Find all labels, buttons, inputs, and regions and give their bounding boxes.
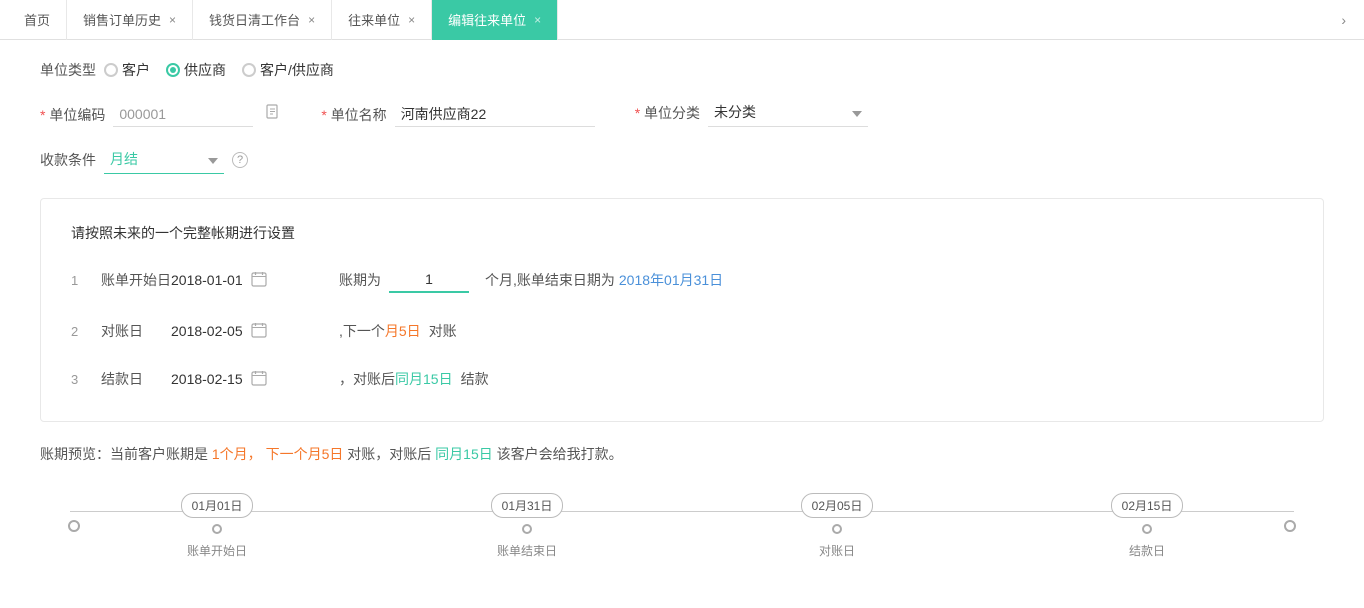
radio-both[interactable]: 客户/供应商	[242, 60, 334, 80]
category-chevron-icon	[852, 104, 862, 120]
code-input[interactable]	[113, 102, 253, 127]
row-2-date: 2018-02-05	[171, 323, 243, 339]
timeline-date-3: 02月05日	[801, 493, 874, 518]
radio-both-circle	[242, 63, 256, 77]
row-2-desc-prefix: ,下一个	[339, 321, 385, 341]
preview-label: 账期预览：当前客户账期是	[40, 446, 208, 462]
payment-dropdown[interactable]: 月结	[104, 145, 224, 174]
preview-part2: 下一个月5日	[266, 446, 344, 462]
row-3-desc-prefix: ，对账后	[339, 369, 395, 389]
timeline-label-2: 账单结束日	[497, 542, 557, 559]
name-group: 单位名称	[321, 102, 594, 127]
code-label: 单位编码	[40, 105, 105, 125]
row-1-calendar-icon[interactable]	[251, 271, 267, 290]
tab-partner[interactable]: 往来单位 ×	[332, 0, 432, 40]
name-label: 单位名称	[321, 105, 386, 125]
radio-supplier-circle	[166, 63, 180, 77]
category-label: 单位分类	[635, 103, 700, 123]
category-value: 未分类	[714, 102, 848, 122]
section-title: 请按照未来的一个完整帐期进行设置	[71, 223, 1293, 243]
row-3-highlight: 同月15日	[395, 369, 453, 389]
tab-partner-close[interactable]: ×	[408, 13, 415, 27]
radio-group: 客户 供应商 客户/供应商	[104, 60, 334, 80]
name-input[interactable]	[395, 102, 595, 127]
unit-type-group: 单位类型 客户 供应商 客户/供应商	[40, 60, 334, 80]
row-1-desc-prefix: 账期为	[339, 270, 381, 290]
row-2-type: 对账日	[101, 321, 171, 341]
unit-type-label: 单位类型	[40, 60, 96, 80]
row-3-date-group: 2018-02-15	[171, 370, 331, 389]
code-group: 单位编码	[40, 102, 281, 127]
timeline-point-1: 01月01日 账单开始日	[62, 493, 372, 559]
preview-text: 账期预览：当前客户账期是 1个月， 下一个月5日 对账，对账后 同月15日 该客…	[40, 442, 1324, 467]
row-1-type: 账单开始日	[101, 270, 171, 290]
timeline-date-4: 02月15日	[1111, 493, 1184, 518]
payment-group: 收款条件 月结 ?	[40, 145, 248, 174]
radio-supplier[interactable]: 供应商	[166, 60, 226, 80]
row-3-type: 结款日	[101, 369, 171, 389]
preview-suffix: 该客户会给我打款。	[497, 446, 623, 462]
timeline-point-4: 02月15日 结款日	[992, 493, 1302, 559]
row-1-end-date: 2018年01月31日	[619, 270, 723, 290]
preview-part3: 同月15日	[435, 446, 493, 462]
period-input[interactable]	[389, 267, 469, 293]
row-3-date: 2018-02-15	[171, 371, 243, 387]
radio-customer-circle	[104, 63, 118, 77]
preview-middle: 对账，对账后	[347, 446, 431, 462]
row-2-desc-suffix: 对账	[429, 321, 457, 341]
timeline-dot-4	[1142, 524, 1152, 534]
timeline-date-2: 01月31日	[491, 493, 564, 518]
category-group: 单位分类 未分类	[635, 98, 868, 127]
timeline-label-4: 结款日	[1129, 542, 1165, 559]
row-1-date: 2018-01-01	[171, 272, 243, 288]
row-2-date-group: 2018-02-05	[171, 322, 331, 341]
payment-label: 收款条件	[40, 150, 96, 170]
tab-edit-partner-close[interactable]: ×	[534, 13, 541, 27]
timeline-label-3: 对账日	[819, 542, 855, 559]
row-3-calendar-icon[interactable]	[251, 370, 267, 389]
period-section: 请按照未来的一个完整帐期进行设置 1 账单开始日 2018-01-01 账期为 …	[40, 198, 1324, 422]
tab-edit-partner[interactable]: 编辑往来单位 ×	[432, 0, 558, 40]
detail-row-1: 1 账单开始日 2018-01-01 账期为 个月,账单结束日期为 2018年0…	[71, 267, 1293, 293]
radio-customer-label: 客户	[122, 60, 150, 80]
main-content: 单位类型 客户 供应商 客户/供应商 单位编码	[0, 40, 1364, 608]
row-1-num: 1	[71, 273, 101, 288]
row-1-desc-suffix: 个月,账单结束日期为	[485, 270, 615, 290]
row-1-date-group: 2018-01-01	[171, 271, 331, 290]
row-2-num: 2	[71, 324, 101, 339]
tab-sales-history[interactable]: 销售订单历史 ×	[67, 0, 193, 40]
timeline-date-1: 01月01日	[181, 493, 254, 518]
row-2-calendar-icon[interactable]	[251, 322, 267, 341]
timeline-point-2: 01月31日 账单结束日	[372, 493, 682, 559]
timeline-point-3: 02月05日 对账日	[682, 493, 992, 559]
timeline-dot-1	[212, 524, 222, 534]
preview-part1: 1个月，	[212, 446, 262, 462]
tab-home[interactable]: 首页	[8, 0, 67, 40]
timeline-dot-2	[522, 524, 532, 534]
radio-supplier-label: 供应商	[184, 60, 226, 80]
help-icon[interactable]: ?	[232, 152, 248, 168]
doc-icon[interactable]	[265, 104, 281, 125]
timeline-dot-3	[832, 524, 842, 534]
row-3-desc-suffix: 结款	[461, 369, 489, 389]
payment-chevron-icon	[208, 151, 218, 167]
tab-sales-history-close[interactable]: ×	[169, 13, 176, 27]
timeline-label-1: 账单开始日	[187, 542, 247, 559]
category-dropdown[interactable]: 未分类	[708, 98, 868, 127]
tab-cash-workbench[interactable]: 钱货日清工作台 ×	[193, 0, 332, 40]
radio-both-label: 客户/供应商	[260, 60, 334, 80]
timeline-container: 01月01日 账单开始日 01月31日 账单结束日 02月05日 对账日 02月…	[40, 491, 1324, 561]
row-3-num: 3	[71, 372, 101, 387]
tab-bar: 首页 销售订单历史 × 钱货日清工作台 × 往来单位 × 编辑往来单位 × ›	[0, 0, 1364, 40]
tab-cash-workbench-close[interactable]: ×	[308, 13, 315, 27]
detail-row-2: 2 对账日 2018-02-05 ,下一个 月5日 对账	[71, 321, 1293, 341]
payment-value: 月结	[110, 149, 204, 169]
detail-row-3: 3 结款日 2018-02-15 ，对账后 同月15日 结款	[71, 369, 1293, 389]
radio-customer[interactable]: 客户	[104, 60, 150, 80]
row-2-highlight: 月5日	[385, 321, 421, 341]
tab-scroll-right[interactable]: ›	[1331, 12, 1356, 28]
